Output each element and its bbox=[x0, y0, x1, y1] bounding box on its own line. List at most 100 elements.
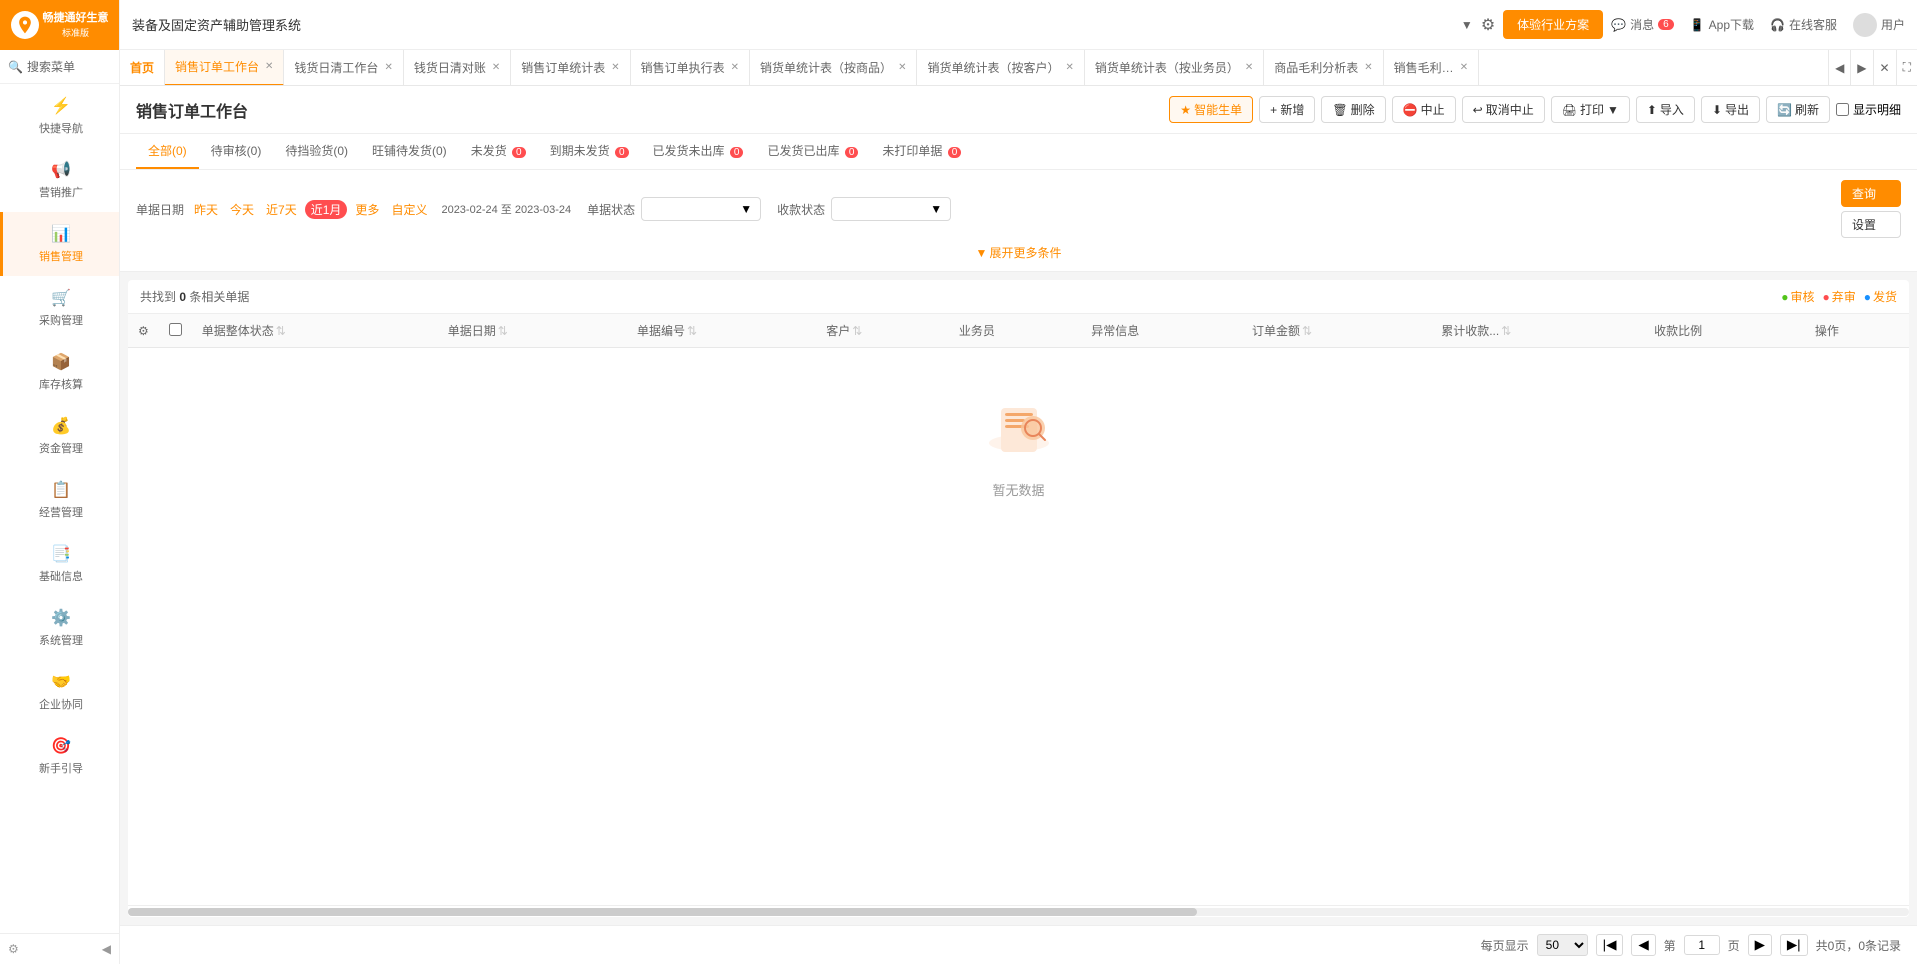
tab-goods-stat[interactable]: 销货单统计表（按商品） ✕ bbox=[750, 50, 917, 86]
date-more[interactable]: 更多 bbox=[351, 199, 383, 220]
solution-button[interactable]: 体验行业方案 bbox=[1503, 10, 1603, 39]
sidebar-item-operations[interactable]: 📋 经营管理 bbox=[0, 468, 119, 532]
date-custom[interactable]: 自定义 bbox=[387, 199, 431, 220]
date-yesterday[interactable]: 昨天 bbox=[190, 199, 222, 220]
tab-margin[interactable]: 商品毛利分析表 ✕ bbox=[1264, 50, 1383, 86]
date-1month[interactable]: 近1月 bbox=[305, 200, 348, 219]
tabs-close-all[interactable]: ✕ bbox=[1873, 50, 1896, 86]
tab-close-icon-10[interactable]: ✕ bbox=[1460, 62, 1468, 73]
review-action[interactable]: ● 审核 bbox=[1781, 288, 1814, 305]
tab-close-icon-7[interactable]: ✕ bbox=[1065, 62, 1073, 73]
tab-close-icon-2[interactable]: ✕ bbox=[384, 62, 392, 73]
smart-create-button[interactable]: ★ 智能生单 bbox=[1169, 96, 1253, 123]
topbar-settings-icon[interactable]: ⚙ bbox=[1481, 15, 1495, 35]
payment-status-select[interactable]: ▼ bbox=[831, 197, 951, 221]
next-page-button[interactable]: ▶ bbox=[1748, 934, 1772, 956]
per-page-select[interactable]: 50 10 20 100 bbox=[1537, 934, 1588, 956]
add-button[interactable]: + 新增 bbox=[1259, 96, 1315, 123]
unreviewed-action[interactable]: ● 弃审 bbox=[1822, 288, 1855, 305]
tab-close-icon-8[interactable]: ✕ bbox=[1245, 62, 1253, 73]
th-customer-sort[interactable]: 客户 ⇅ bbox=[826, 322, 939, 339]
cancel-stop-button[interactable]: ↩ 取消中止 bbox=[1462, 96, 1545, 123]
tabs-prev[interactable]: ◀ bbox=[1828, 50, 1850, 86]
th-status-sort[interactable]: 单据整体状态 ⇅ bbox=[202, 322, 428, 339]
collapse-icon[interactable]: ◀ bbox=[102, 942, 111, 956]
sidebar-item-search[interactable]: 🔍 搜索菜单 bbox=[0, 50, 119, 84]
settings-icon[interactable]: ⚙ bbox=[8, 942, 19, 956]
filter-tab-pending-review[interactable]: 待审核(0) bbox=[199, 134, 274, 169]
filter-tab-all[interactable]: 全部(0) bbox=[136, 134, 199, 169]
app-download-action[interactable]: 📱 App下载 bbox=[1690, 16, 1754, 33]
tab-close-icon-4[interactable]: ✕ bbox=[611, 62, 619, 73]
tabs-maximize[interactable]: ⛶ bbox=[1896, 50, 1917, 86]
sidebar-item-guide[interactable]: 🎯 新手引导 bbox=[0, 724, 119, 788]
tab-sales-order[interactable]: 销售订单工作台 ✕ bbox=[165, 50, 284, 86]
tab-close-icon-5[interactable]: ✕ bbox=[731, 62, 739, 73]
th-collected[interactable]: 累计收款... ⇅ bbox=[1431, 314, 1644, 348]
sidebar-item-system[interactable]: ⚙️ 系统管理 bbox=[0, 596, 119, 660]
th-customer[interactable]: 客户 ⇅ bbox=[816, 314, 949, 348]
page-input[interactable] bbox=[1684, 935, 1720, 955]
print-button[interactable]: 🖨 打印 ▼ bbox=[1551, 96, 1630, 123]
sidebar-item-cooperation[interactable]: 🤝 企业协同 bbox=[0, 660, 119, 724]
filter-tab-not-printed[interactable]: 未打印单据 0 bbox=[870, 134, 973, 169]
message-action[interactable]: 💬 消息 6 bbox=[1611, 16, 1674, 33]
scrollbar[interactable] bbox=[128, 905, 1909, 917]
tab-sales-stat[interactable]: 销售订单统计表 ✕ bbox=[511, 50, 630, 86]
filter-tab-overdue[interactable]: 到期未发货 0 bbox=[538, 134, 641, 169]
show-detail-checkbox-label[interactable]: 显示明细 bbox=[1836, 101, 1901, 118]
filter-tab-pending-check[interactable]: 待挡验货(0) bbox=[273, 134, 360, 169]
sidebar-item-marketing[interactable]: 📢 营销推广 bbox=[0, 148, 119, 212]
tab-close-icon-6[interactable]: ✕ bbox=[898, 62, 906, 73]
tab-customer-stat[interactable]: 销货单统计表（按客户） ✕ bbox=[917, 50, 1084, 86]
date-today[interactable]: 今天 bbox=[226, 199, 258, 220]
tab-close-icon-3[interactable]: ✕ bbox=[492, 62, 500, 73]
tab-home[interactable]: 首页 bbox=[120, 50, 165, 86]
filter-tab-shipped-no-out[interactable]: 已发货未出库 0 bbox=[641, 134, 756, 169]
tab-cash-daily[interactable]: 钱货日清工作台 ✕ bbox=[284, 50, 403, 86]
th-gear[interactable]: ⚙ bbox=[128, 314, 159, 348]
system-title-dropdown[interactable]: ▼ bbox=[1461, 18, 1473, 32]
sidebar-item-purchase[interactable]: 🛒 采购管理 bbox=[0, 276, 119, 340]
sidebar-item-sales[interactable]: 📊 销售管理 bbox=[0, 212, 119, 276]
import-button[interactable]: ⬆ 导入 bbox=[1636, 96, 1695, 123]
sidebar-item-basic-info[interactable]: 📑 基础信息 bbox=[0, 532, 119, 596]
sidebar-item-quick-nav[interactable]: ⚡ 快捷导航 bbox=[0, 84, 119, 148]
date-7days[interactable]: 近7天 bbox=[262, 199, 301, 220]
show-detail-checkbox[interactable] bbox=[1836, 103, 1849, 116]
th-checkbox[interactable] bbox=[159, 314, 192, 348]
th-date[interactable]: 单据日期 ⇅ bbox=[438, 314, 627, 348]
tab-close-icon-9[interactable]: ✕ bbox=[1364, 62, 1372, 73]
th-amount-sort[interactable]: 订单金额 ⇅ bbox=[1252, 322, 1421, 339]
th-amount[interactable]: 订单金额 ⇅ bbox=[1242, 314, 1431, 348]
sidebar-item-inventory[interactable]: 📦 库存核算 bbox=[0, 340, 119, 404]
prev-page-button[interactable]: ◀ bbox=[1631, 934, 1655, 956]
sidebar-item-finance[interactable]: 💰 资金管理 bbox=[0, 404, 119, 468]
tab-sales-margin[interactable]: 销售毛利… ✕ bbox=[1384, 50, 1479, 86]
filter-tab-shipped-out[interactable]: 已发货已出库 0 bbox=[755, 134, 870, 169]
status-select[interactable]: ▼ bbox=[641, 197, 761, 221]
th-number[interactable]: 单据编号 ⇅ bbox=[627, 314, 816, 348]
tabs-next[interactable]: ▶ bbox=[1850, 50, 1872, 86]
stop-button[interactable]: ⛔ 中止 bbox=[1392, 96, 1456, 123]
delete-button[interactable]: 🗑 删除 bbox=[1321, 96, 1385, 123]
tab-close-icon[interactable]: ✕ bbox=[265, 61, 273, 72]
last-page-button[interactable]: ▶| bbox=[1780, 934, 1808, 956]
settings-filter-button[interactable]: 设置 bbox=[1841, 211, 1901, 238]
tab-sales-exec[interactable]: 销售订单执行表 ✕ bbox=[631, 50, 750, 86]
select-all-checkbox[interactable] bbox=[169, 323, 182, 336]
scrollbar-thumb[interactable] bbox=[128, 908, 1197, 916]
filter-tab-wangpu[interactable]: 旺铺待发货(0) bbox=[360, 134, 459, 169]
online-service-action[interactable]: 🎧 在线客服 bbox=[1770, 16, 1837, 33]
th-number-sort[interactable]: 单据编号 ⇅ bbox=[637, 322, 806, 339]
query-button[interactable]: 查询 bbox=[1841, 180, 1901, 207]
tab-salesman-stat[interactable]: 销货单统计表（按业务员） ✕ bbox=[1085, 50, 1264, 86]
expand-conditions-button[interactable]: ▼ 展开更多条件 bbox=[976, 244, 1062, 261]
user-action[interactable]: 用户 bbox=[1853, 13, 1905, 37]
th-collected-sort[interactable]: 累计收款... ⇅ bbox=[1441, 322, 1634, 339]
ship-action[interactable]: ● 发货 bbox=[1864, 288, 1897, 305]
export-button[interactable]: ⬇ 导出 bbox=[1701, 96, 1760, 123]
th-status[interactable]: 单据整体状态 ⇅ bbox=[192, 314, 438, 348]
th-date-sort[interactable]: 单据日期 ⇅ bbox=[448, 322, 617, 339]
refresh-button[interactable]: 🔄 刷新 bbox=[1766, 96, 1830, 123]
